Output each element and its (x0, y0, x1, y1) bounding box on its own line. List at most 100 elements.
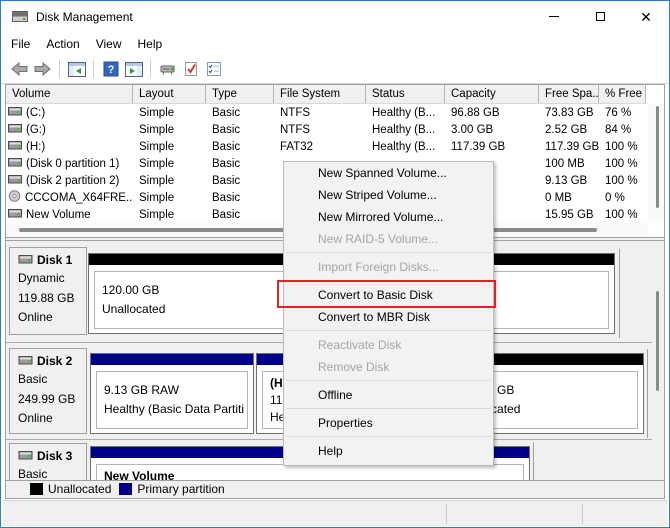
volume-name: (H:) (26, 141, 45, 153)
column-header-free-spa---[interactable]: Free Spa... (539, 85, 599, 103)
column-header-layout[interactable]: Layout (133, 85, 206, 103)
toolbar: ? (1, 55, 669, 84)
menu-item-reactivate-disk: Reactivate Disk (284, 334, 493, 356)
scrollbar-thumb[interactable] (656, 291, 659, 391)
menu-item-new-raid-5-volume: New RAID-5 Volume... (284, 228, 493, 250)
highlight-rectangle (277, 280, 496, 308)
svg-text:?: ? (107, 64, 114, 76)
menu-bar: FileActionViewHelp (1, 32, 669, 55)
checklist-icon[interactable] (202, 58, 225, 80)
legend-swatch-unallocated (30, 483, 43, 495)
menu-separator (286, 380, 491, 381)
show-action-pane-icon[interactable] (122, 58, 145, 80)
titlebar: Disk Management ✕ (1, 1, 669, 32)
context-menu: New Spanned Volume...New Striped Volume.… (283, 161, 494, 466)
cell-layout: Simple (133, 121, 206, 138)
disk-label[interactable]: Disk 2 Basic249.99 GBOnline (9, 348, 87, 434)
cell-file_system: NTFS (274, 104, 366, 121)
menu-separator (286, 330, 491, 331)
legend-label: Unallocated (48, 482, 111, 496)
cell-type: Basic (206, 155, 274, 172)
region-text-box: New Volume (96, 464, 524, 480)
device-icon[interactable] (156, 58, 179, 80)
menu-item-convert-to-mbr-disk[interactable]: Convert to MBR Disk (284, 306, 493, 328)
volume-name: CCCOMA_X64FRE... (25, 192, 133, 204)
disk-name: Disk 2 (37, 354, 72, 368)
region-focus-line (619, 249, 620, 338)
menu-item-properties[interactable]: Properties (284, 412, 493, 434)
cell-layout: Simple (133, 104, 206, 121)
cell-free_space: 100 MB (539, 155, 599, 172)
menu-separator (286, 436, 491, 437)
help-icon[interactable]: ? (99, 58, 122, 80)
cell-type: Basic (206, 121, 274, 138)
column-header-status[interactable]: Status (366, 85, 445, 103)
volume-table-header: VolumeLayoutTypeFile SystemStatusCapacit… (6, 85, 646, 104)
disk-label[interactable]: Disk 1Dynamic119.88 GBOnline (9, 247, 87, 335)
disk-management-window: Disk Management ✕ FileActionViewHelp (0, 0, 670, 528)
disk-icon (18, 354, 33, 368)
volume-row[interactable]: (H:)SimpleBasicFAT32Healthy (B...117.39 … (6, 138, 646, 155)
menu-item-new-mirrored-volume[interactable]: New Mirrored Volume... (284, 206, 493, 228)
cell-pct_free: 76 % (599, 104, 646, 121)
cell-free_space: 0 MB (539, 189, 599, 206)
cell-file_system: FAT32 (274, 138, 366, 155)
disk-label[interactable]: Disk 3Basic (9, 443, 87, 480)
volume-row[interactable]: (G:)SimpleBasicNTFSHealthy (B...3.00 GB2… (6, 121, 646, 138)
menu-item-new-spanned-volume[interactable]: New Spanned Volume... (284, 162, 493, 184)
menu-separator (286, 252, 491, 253)
toolbar-separator (59, 60, 60, 78)
volume-name: (C:) (26, 107, 45, 119)
cell-type: Basic (206, 206, 274, 223)
disk-info: Basic249.99 GBOnline (18, 370, 86, 429)
window-title: Disk Management (36, 10, 133, 24)
status-bar-separator (582, 504, 583, 524)
cell-layout: Simple (133, 155, 206, 172)
menu-item-offline[interactable]: Offline (284, 384, 493, 406)
cell-status: Healthy (B... (366, 138, 445, 155)
menu-view[interactable]: View (88, 34, 130, 54)
toolbar-separator (150, 60, 151, 78)
cell-file_system: NTFS (274, 121, 366, 138)
menu-help[interactable]: Help (130, 34, 171, 54)
menu-item-help[interactable]: Help (284, 440, 493, 462)
menu-item-import-foreign-disks: Import Foreign Disks... (284, 256, 493, 278)
column-header-type[interactable]: Type (206, 85, 274, 103)
forward-icon[interactable] (31, 58, 54, 80)
drive-icon (8, 157, 22, 170)
cell-capacity: 117.39 GB (445, 138, 539, 155)
drive-icon (8, 140, 22, 153)
show-console-tree-icon[interactable] (65, 58, 88, 80)
cell-type: Basic (206, 138, 274, 155)
cell-type: Basic (206, 172, 274, 189)
disk-info: Basic (18, 465, 86, 480)
column-header-file-system[interactable]: File System (274, 85, 366, 103)
minimize-button[interactable] (531, 1, 577, 32)
cell-layout: Simple (133, 189, 206, 206)
cell-free_space: 117.39 GB (539, 138, 599, 155)
back-icon[interactable] (8, 58, 31, 80)
cell-pct_free: 100 % (599, 172, 646, 189)
scrollbar-thumb[interactable] (656, 106, 659, 208)
cell-pct_free: 100 % (599, 138, 646, 155)
close-button[interactable]: ✕ (623, 1, 669, 32)
menu-item-new-striped-volume[interactable]: New Striped Volume... (284, 184, 493, 206)
column-header-volume[interactable]: Volume (6, 85, 133, 103)
close-icon: ✕ (640, 10, 652, 24)
check-document-icon[interactable] (179, 58, 202, 80)
menu-action[interactable]: Action (38, 34, 87, 54)
cell-type: Basic (206, 104, 274, 121)
disk-name: Disk 1 (37, 253, 72, 267)
column-header---free[interactable]: % Free (599, 85, 646, 103)
drive-icon (8, 106, 22, 119)
volume-row[interactable]: (C:)SimpleBasicNTFSHealthy (B...96.88 GB… (6, 104, 646, 121)
drive-icon (8, 208, 22, 221)
maximize-button[interactable] (577, 1, 623, 32)
menu-file[interactable]: File (3, 34, 38, 54)
status-bar (3, 500, 667, 526)
column-header-capacity[interactable]: Capacity (445, 85, 539, 103)
disk-region[interactable]: 9.13 GB RAWHealthy (Basic Data Partiti (90, 353, 254, 434)
volume-list-vertical-scrollbar[interactable] (648, 104, 664, 223)
legend-label: Primary partition (137, 482, 224, 496)
region-text-box: 9.13 GB RAWHealthy (Basic Data Partiti (96, 371, 248, 429)
